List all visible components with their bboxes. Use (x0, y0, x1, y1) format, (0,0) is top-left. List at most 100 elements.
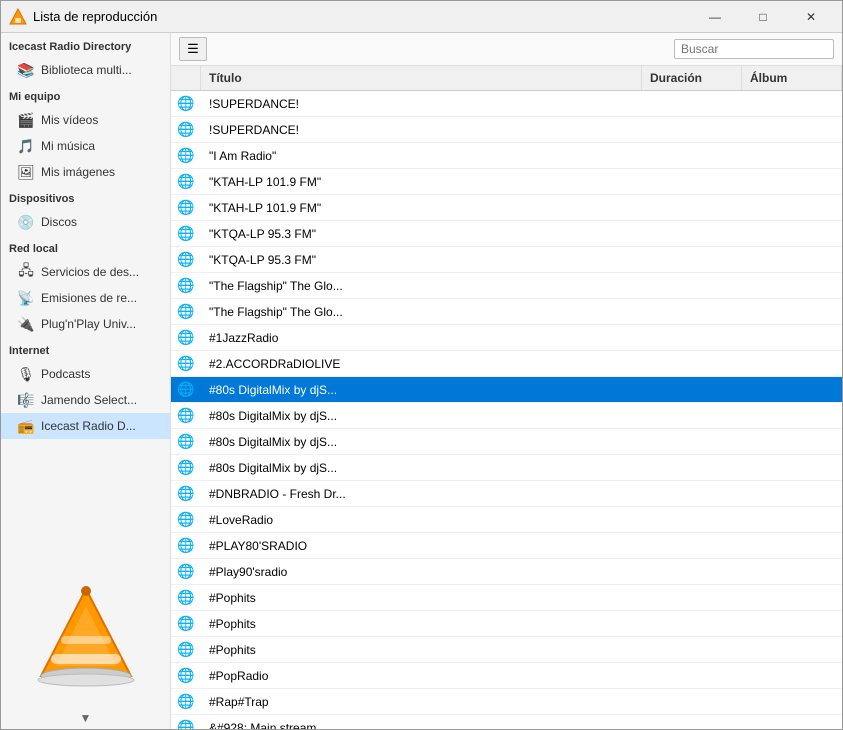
row-globe-icon: 🌐 (171, 611, 201, 636)
table-row[interactable]: 🌐#Rap#Trap (171, 689, 842, 715)
table-row[interactable]: 🌐#Pophits (171, 611, 842, 637)
row-duracion (642, 117, 742, 142)
sidebar-item-plugnplay[interactable]: 🔌 Plug'n'Play Univ... (1, 311, 170, 337)
row-globe-icon: 🌐 (171, 429, 201, 454)
row-album (742, 637, 842, 662)
row-album (742, 221, 842, 246)
row-globe-icon: 🌐 (171, 117, 201, 142)
section-header-dispositivos: Dispositivos (1, 185, 170, 209)
col-header-album[interactable]: Álbum (742, 66, 842, 90)
sidebar-item-videos-label: Mis vídeos (41, 113, 98, 127)
row-title: #PopRadio (201, 663, 642, 688)
table-row[interactable]: 🌐#Pophits (171, 637, 842, 663)
table-row[interactable]: 🌐#80s DigitalMix by djS... (171, 377, 842, 403)
row-title: "I Am Radio" (201, 143, 642, 168)
table-row[interactable]: 🌐"KTQA-LP 95.3 FM" (171, 221, 842, 247)
maximize-button[interactable]: □ (740, 1, 786, 33)
row-album (742, 403, 842, 428)
table-row[interactable]: 🌐#2.ACCORDRaDIOLIVE (171, 351, 842, 377)
biblioteca-icon: 📚 (17, 61, 35, 79)
table-row[interactable]: 🌐"I Am Radio" (171, 143, 842, 169)
sidebar-item-icecast[interactable]: 📻 Icecast Radio D... (1, 413, 170, 439)
table-row[interactable]: 🌐#DNBRADIO - Fresh Dr... (171, 481, 842, 507)
row-globe-icon: 🌐 (171, 455, 201, 480)
sidebar-item-videos[interactable]: 🎬 Mis vídeos (1, 107, 170, 133)
row-globe-icon: 🌐 (171, 325, 201, 350)
table-row[interactable]: 🌐#80s DigitalMix by djS... (171, 403, 842, 429)
row-globe-icon: 🌐 (171, 299, 201, 324)
scroll-down-icon: ▼ (80, 711, 92, 725)
table-row[interactable]: 🌐#Play90'sradio (171, 559, 842, 585)
table-row[interactable]: 🌐"KTAH-LP 101.9 FM" (171, 195, 842, 221)
table-header: Título Duración Álbum (171, 66, 842, 91)
search-input[interactable] (681, 42, 827, 56)
row-title: #DNBRADIO - Fresh Dr... (201, 481, 642, 506)
table-row[interactable]: 🌐#PLAY80'SRADIO (171, 533, 842, 559)
sidebar-item-imagenes[interactable]: 🖼 Mis imágenes (1, 159, 170, 185)
table-row[interactable]: 🌐&#928; Main stream (171, 715, 842, 729)
sidebar-item-servicios-label: Servicios de des... (41, 265, 139, 279)
sidebar-item-discos-label: Discos (41, 215, 77, 229)
col-header-duracion[interactable]: Duración (642, 66, 742, 90)
row-album (742, 247, 842, 272)
close-button[interactable]: ✕ (788, 1, 834, 33)
table-container[interactable]: Título Duración Álbum 🌐!SUPERDANCE!🌐!SUP… (171, 66, 842, 729)
sidebar-item-biblioteca-label: Biblioteca multi... (41, 63, 132, 77)
section-header-red-local: Red local (1, 235, 170, 259)
row-globe-icon: 🌐 (171, 689, 201, 714)
row-duracion (642, 637, 742, 662)
table-row[interactable]: 🌐#80s DigitalMix by djS... (171, 429, 842, 455)
row-duracion (642, 455, 742, 480)
row-title: #LoveRadio (201, 507, 642, 532)
row-duracion (642, 143, 742, 168)
row-title: #Pophits (201, 585, 642, 610)
vlc-logo-area (1, 439, 170, 707)
table-row[interactable]: 🌐"The Flagship" The Glo... (171, 299, 842, 325)
minimize-button[interactable]: — (692, 1, 738, 33)
table-row[interactable]: 🌐#Pophits (171, 585, 842, 611)
table-row[interactable]: 🌐!SUPERDANCE! (171, 91, 842, 117)
table-row[interactable]: 🌐!SUPERDANCE! (171, 117, 842, 143)
row-duracion (642, 91, 742, 116)
sidebar-item-musica[interactable]: 🎵 Mi música (1, 133, 170, 159)
row-title: #Rap#Trap (201, 689, 642, 714)
sidebar-item-servicios[interactable]: 🖧 Servicios de des... (1, 259, 170, 285)
row-duracion (642, 559, 742, 584)
col-header-titulo[interactable]: Título (201, 66, 642, 90)
row-album (742, 507, 842, 532)
row-globe-icon: 🌐 (171, 273, 201, 298)
row-album (742, 689, 842, 714)
list-view-button[interactable]: ☰ (179, 37, 207, 61)
row-title: "The Flagship" The Glo... (201, 299, 642, 324)
sidebar-item-biblioteca[interactable]: 📚 Biblioteca multi... (1, 57, 170, 83)
table-row[interactable]: 🌐#1JazzRadio (171, 325, 842, 351)
row-album (742, 611, 842, 636)
sidebar-scroll-down[interactable]: ▼ (1, 707, 170, 729)
table-row[interactable]: 🌐#PopRadio (171, 663, 842, 689)
sidebar-item-musica-label: Mi música (41, 139, 95, 153)
table-row[interactable]: 🌐#LoveRadio (171, 507, 842, 533)
sidebar-item-podcasts-label: Podcasts (41, 367, 90, 381)
sidebar-item-emisiones[interactable]: 📡 Emisiones de re... (1, 285, 170, 311)
row-album (742, 325, 842, 350)
table-row[interactable]: 🌐#80s DigitalMix by djS... (171, 455, 842, 481)
row-duracion (642, 247, 742, 272)
table-row[interactable]: 🌐"The Flagship" The Glo... (171, 273, 842, 299)
row-album (742, 299, 842, 324)
row-globe-icon: 🌐 (171, 559, 201, 584)
table-row[interactable]: 🌐"KTAH-LP 101.9 FM" (171, 169, 842, 195)
row-globe-icon: 🌐 (171, 143, 201, 168)
row-album (742, 429, 842, 454)
sidebar-item-jamendo[interactable]: 🎼 Jamendo Select... (1, 387, 170, 413)
title-bar: Lista de reproducción — □ ✕ (1, 1, 842, 33)
row-title: !SUPERDANCE! (201, 117, 642, 142)
sidebar-item-discos[interactable]: 💿 Discos (1, 209, 170, 235)
row-duracion (642, 351, 742, 376)
sidebar-item-podcasts[interactable]: 🎙 Podcasts (1, 361, 170, 387)
row-title: "KTQA-LP 95.3 FM" (201, 221, 642, 246)
row-duracion (642, 221, 742, 246)
images-icon: 🖼 (17, 163, 35, 181)
table-row[interactable]: 🌐"KTQA-LP 95.3 FM" (171, 247, 842, 273)
main-container: Icecast Radio Directory 📚 Biblioteca mul… (1, 33, 842, 729)
row-album (742, 559, 842, 584)
